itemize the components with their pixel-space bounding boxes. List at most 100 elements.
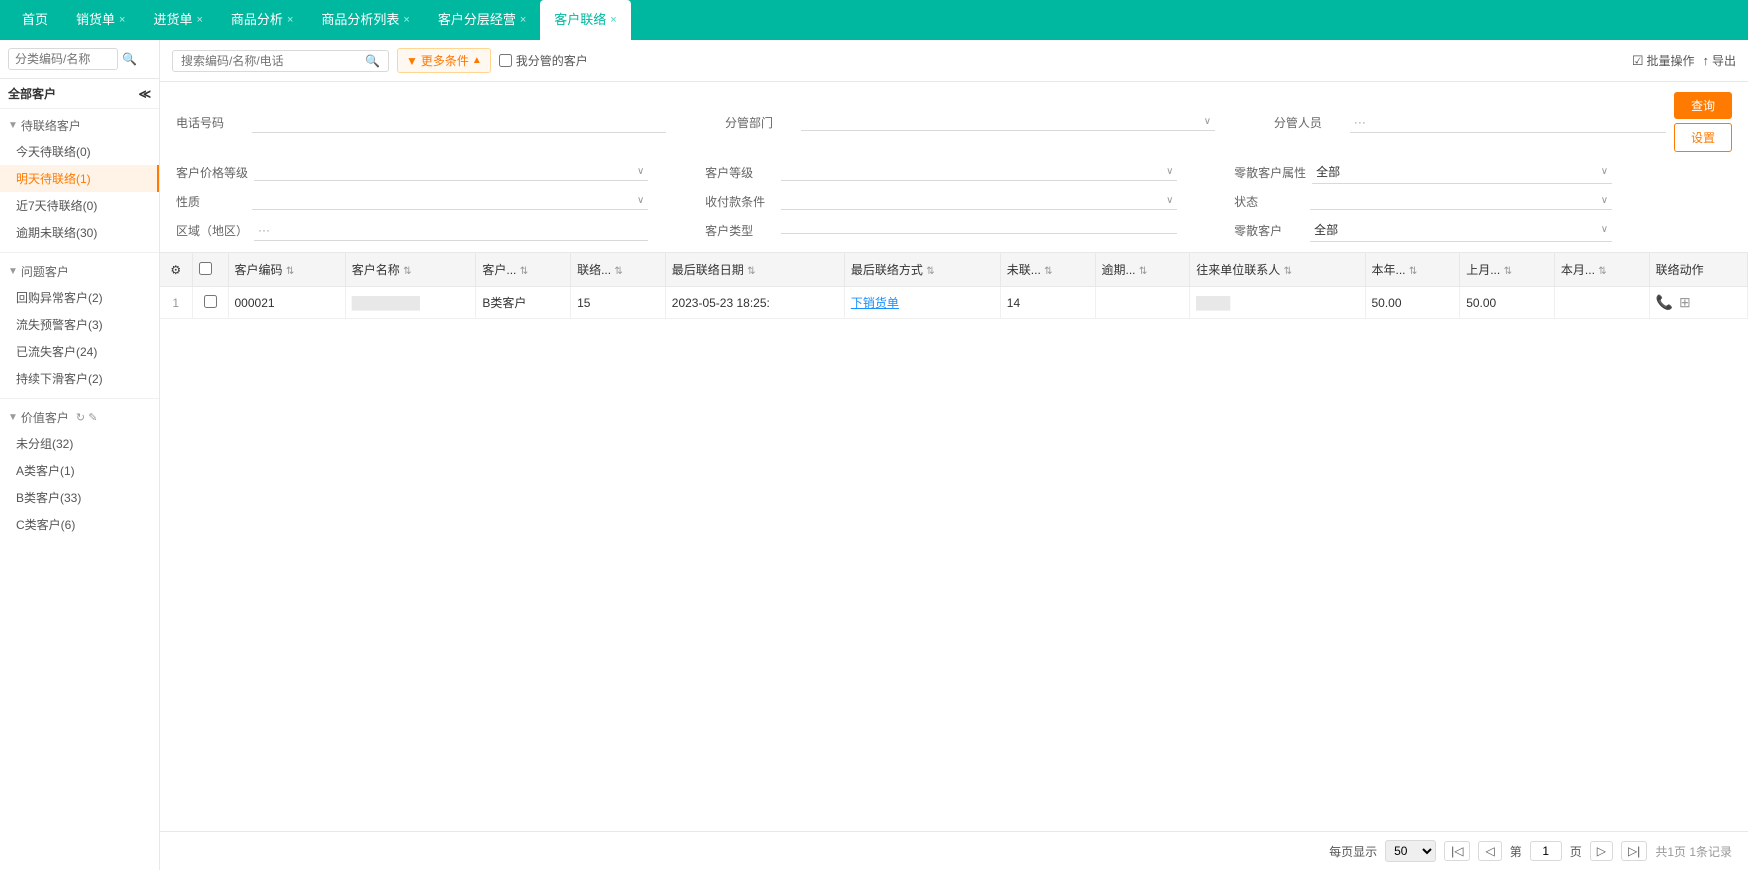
sidebar-item-ungrouped[interactable]: 未分组(32) [0, 430, 159, 457]
filter-price-label: 客户价格等级 [176, 164, 248, 181]
my-customers-checkbox[interactable] [499, 54, 512, 67]
sort-name-icon[interactable]: ⇅ [403, 266, 411, 277]
nav-item-purchase[interactable]: 进货单 × [139, 0, 216, 40]
contact-method-link[interactable]: 下销货单 [851, 296, 899, 310]
settings-btn[interactable]: 设置 [1674, 123, 1732, 152]
filter-dept-label: 分管部门 [725, 114, 795, 131]
filter-person-select[interactable]: ··· [1350, 112, 1666, 133]
per-page-select[interactable]: 50 100 200 [1385, 840, 1436, 862]
th-this-month[interactable]: 本月... ⇅ [1554, 253, 1649, 287]
sort-year-icon[interactable]: ⇅ [1409, 266, 1417, 277]
nav-item-analysis[interactable]: 商品分析 × [217, 0, 307, 40]
th-uncontacted[interactable]: 未联... ⇅ [1000, 253, 1095, 287]
nav-home[interactable]: 首页 [8, 0, 62, 40]
region-dots-icon[interactable]: ··· [258, 223, 270, 237]
close-analysis-icon[interactable]: × [287, 0, 293, 40]
sidebar-item-churned[interactable]: 已流失客户(24) [0, 338, 159, 365]
last-page-btn[interactable]: ▷| [1621, 841, 1647, 861]
nav-item-customer-tier[interactable]: 客户分层经营 × [424, 0, 540, 40]
row-checkbox[interactable] [204, 295, 217, 308]
filter-price-select[interactable]: ∨ [254, 163, 648, 181]
close-customer-contact-icon[interactable]: × [610, 0, 616, 40]
th-settings[interactable]: ⚙ [160, 253, 192, 287]
next-page-btn[interactable]: ▷ [1590, 841, 1613, 861]
sidebar-problem-label[interactable]: ▼ 问题客户 [0, 259, 159, 284]
th-customer-code[interactable]: 客户编码 ⇅ [228, 253, 345, 287]
sidebar-value-label[interactable]: ▼ 价值客户 ↻ ✎ [0, 405, 159, 430]
nav-item-sales[interactable]: 销货单 × [62, 0, 139, 40]
sidebar-item-tomorrow[interactable]: 明天待联络(1) [0, 165, 159, 192]
nav-item-customer-contact[interactable]: 客户联络 × [540, 0, 630, 40]
sort-month-icon[interactable]: ⇅ [1598, 266, 1606, 277]
th-overdue[interactable]: 逾期... ⇅ [1095, 253, 1190, 287]
my-customers-checkbox-wrap[interactable]: 我分管的客户 [499, 52, 588, 69]
customer-name-masked: ████████ [352, 296, 420, 310]
filter-retail2-select[interactable]: 全部 ∨ [1310, 218, 1612, 242]
prev-page-btn[interactable]: ◁ [1478, 841, 1501, 861]
sidebar-search-input[interactable] [8, 48, 118, 70]
sort-code-icon[interactable]: ⇅ [286, 266, 294, 277]
sidebar: 🔍 全部客户 ≪ ▼ 待联络客户 今天待联络(0) 明天待联络(1) 近7天待联… [0, 40, 160, 870]
sidebar-all-customers[interactable]: 全部客户 ≪ [0, 79, 159, 109]
filter-more-btn[interactable]: ▼ 更多条件 ▲ [397, 48, 491, 73]
sidebar-search-icon[interactable]: 🔍 [122, 52, 137, 66]
th-last-month[interactable]: 上月... ⇅ [1460, 253, 1555, 287]
nav-item-analysis-list[interactable]: 商品分析列表 × [307, 0, 423, 40]
settings-icon[interactable]: ⚙ [170, 263, 181, 277]
page-number-input[interactable] [1530, 841, 1562, 861]
sort-method-icon[interactable]: ⇅ [926, 266, 934, 277]
th-customer-name[interactable]: 客户名称 ⇅ [345, 253, 476, 287]
select-all-checkbox[interactable] [199, 262, 212, 275]
person-dots-icon[interactable]: ··· [1354, 115, 1366, 129]
close-customer-tier-icon[interactable]: × [520, 0, 526, 40]
filter-level-select[interactable]: ∨ [781, 163, 1177, 181]
query-btn[interactable]: 查询 [1674, 92, 1732, 119]
row-check[interactable] [192, 287, 228, 319]
th-last-contact-method[interactable]: 最后联络方式 ⇅ [844, 253, 1000, 287]
batch-ops-btn[interactable]: ☑ 批量操作 [1632, 52, 1695, 69]
sort-count-icon[interactable]: ⇅ [614, 266, 622, 277]
close-purchase-icon[interactable]: × [196, 0, 202, 40]
export-btn[interactable]: ↑ 导出 [1702, 52, 1736, 69]
close-sales-icon[interactable]: × [119, 0, 125, 40]
grid-action-icon[interactable]: ⊞ [1679, 294, 1691, 311]
sidebar-item-today[interactable]: 今天待联络(0) [0, 138, 159, 165]
sidebar-item-7days[interactable]: 近7天待联络(0) [0, 192, 159, 219]
filter-pay-select[interactable]: ∨ [781, 192, 1177, 210]
value-group-icons[interactable]: ↻ ✎ [76, 411, 98, 424]
sidebar-item-a-class[interactable]: A类客户(1) [0, 457, 159, 484]
th-this-year[interactable]: 本年... ⇅ [1365, 253, 1460, 287]
toolbar-search-icon[interactable]: 🔍 [365, 54, 380, 68]
th-last-contact-date[interactable]: 最后联络日期 ⇅ [665, 253, 844, 287]
filter-retail-select[interactable]: 全部 ∨ [1312, 160, 1612, 184]
phone-action-icon[interactable]: 📞 [1656, 294, 1673, 311]
th-checkbox[interactable] [192, 253, 228, 287]
filter-dept-select[interactable]: ∨ [801, 113, 1215, 131]
sort-uncontacted-icon[interactable]: ⇅ [1044, 266, 1052, 277]
th-customer-type[interactable]: 客户... ⇅ [476, 253, 571, 287]
filter-nature-select[interactable]: ∨ [252, 192, 648, 210]
sidebar-item-c-class[interactable]: C类客户(6) [0, 511, 159, 538]
close-analysis-list-icon[interactable]: × [403, 0, 409, 40]
filter-region-select[interactable]: ··· [254, 220, 648, 241]
first-page-btn[interactable]: |◁ [1444, 841, 1470, 861]
row-last-contact-method[interactable]: 下销货单 [844, 287, 1000, 319]
sidebar-item-declining[interactable]: 持续下滑客户(2) [0, 365, 159, 392]
sidebar-pending-label[interactable]: ▼ 待联络客户 [0, 113, 159, 138]
toolbar-search-input[interactable] [181, 54, 361, 68]
sort-overdue-icon[interactable]: ⇅ [1139, 266, 1147, 277]
sidebar-item-b-class[interactable]: B类客户(33) [0, 484, 159, 511]
sort-contacts-icon[interactable]: ⇅ [1284, 266, 1292, 277]
sidebar-item-overdue[interactable]: 逾期未联络(30) [0, 219, 159, 246]
sort-last-month-icon[interactable]: ⇅ [1504, 266, 1512, 277]
filter-customer-type-select[interactable] [781, 227, 1177, 234]
th-contacts[interactable]: 往来单位联系人 ⇅ [1190, 253, 1365, 287]
sort-date-icon[interactable]: ⇅ [747, 266, 755, 277]
sidebar-item-abnormal[interactable]: 回购异常客户(2) [0, 284, 159, 311]
sort-type-icon[interactable]: ⇅ [520, 266, 528, 277]
th-contact-count[interactable]: 联络... ⇅ [571, 253, 666, 287]
sidebar-item-churn-warning[interactable]: 流失预警客户(3) [0, 311, 159, 338]
filter-status-select[interactable]: ∨ [1310, 192, 1612, 210]
filter-status-label: 状态 [1234, 193, 1304, 210]
filter-phone-input[interactable] [252, 112, 666, 133]
